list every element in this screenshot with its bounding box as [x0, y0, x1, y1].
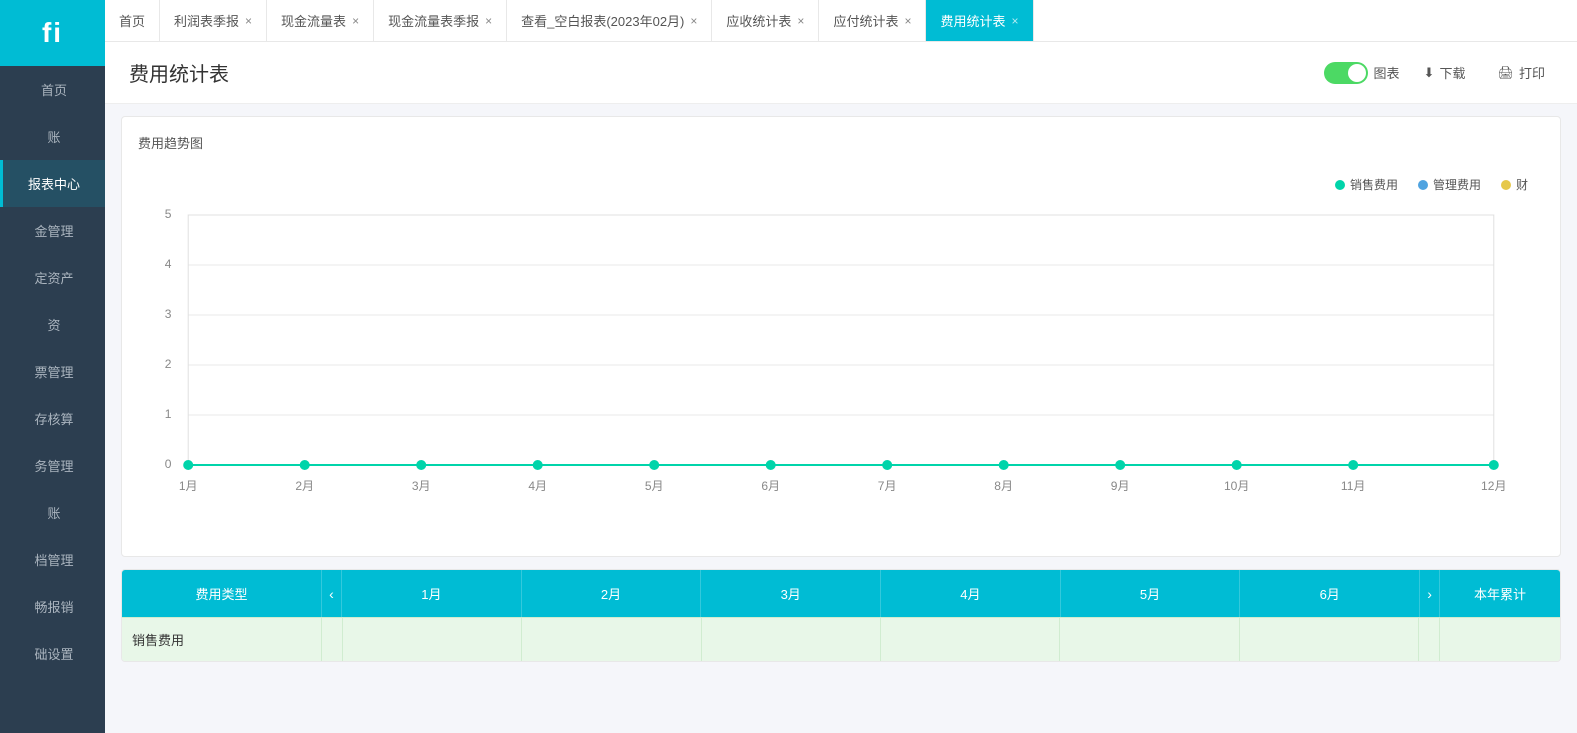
svg-text:2: 2 — [165, 357, 172, 371]
svg-text:3: 3 — [165, 307, 172, 321]
td-type: 销售费用 — [122, 618, 322, 661]
tab-home[interactable]: 首页 — [105, 0, 160, 42]
svg-text:12月: 12月 — [1481, 479, 1506, 493]
tab-close-profit-quarter[interactable]: × — [245, 14, 252, 28]
download-icon: ⬇ — [1424, 65, 1435, 81]
svg-text:5: 5 — [165, 207, 172, 221]
td-spacer-right — [1419, 618, 1440, 661]
table-header: 费用类型 ‹ 1月 2月 3月 4月 — [122, 570, 1560, 617]
page-title: 费用统计表 — [129, 58, 229, 87]
svg-text:2月: 2月 — [295, 479, 314, 493]
header-actions: 图表 ⬇ 下载 🖨 打印 — [1324, 59, 1553, 86]
chart-wrapper: 销售费用 管理费用 财 — [138, 160, 1544, 540]
line-chart-svg: 0 1 2 3 4 5 — [138, 160, 1544, 530]
svg-text:1月: 1月 — [179, 479, 198, 493]
sidebar-item-home[interactable]: 首页 — [0, 66, 105, 113]
prev-arrow-icon[interactable]: ‹ — [329, 586, 334, 602]
chart-toggle-label: 图表 — [1324, 62, 1400, 84]
chart-label: 图表 — [1374, 63, 1400, 82]
chart-title: 费用趋势图 — [138, 133, 1544, 152]
th-month-2: 2月 — [522, 570, 702, 617]
toggle-thumb — [1348, 64, 1366, 82]
table-section: 费用类型 ‹ 1月 2月 3月 4月 — [121, 569, 1561, 662]
sidebar-item-assets[interactable]: 定资产 — [0, 254, 105, 301]
main-area: 首页 利润表季报 × 现金流量表 × 现金流量表季报 × 查看_空白报表(202… — [105, 0, 1577, 733]
sidebar-item-account2[interactable]: 账 — [0, 489, 105, 536]
td-month-5 — [1060, 618, 1239, 661]
svg-text:3月: 3月 — [412, 479, 431, 493]
svg-text:8月: 8月 — [994, 479, 1013, 493]
td-month-4 — [881, 618, 1060, 661]
tab-close-cashflow-quarter[interactable]: × — [485, 14, 492, 28]
sidebar-item-expense[interactable]: 畅报销 — [0, 583, 105, 630]
sidebar-item-archive[interactable]: 档管理 — [0, 536, 105, 583]
sidebar-item-service[interactable]: 务管理 — [0, 442, 105, 489]
th-prev-arrow[interactable]: ‹ — [322, 570, 342, 617]
tab-close-cashflow[interactable]: × — [352, 14, 359, 28]
tab-close-payable[interactable]: × — [904, 14, 911, 28]
tab-cashflow-quarter[interactable]: 现金流量表季报 × — [374, 0, 507, 42]
sidebar-item-inventory[interactable]: 存核算 — [0, 395, 105, 442]
print-icon: 🖨 — [1497, 65, 1514, 81]
print-button[interactable]: 🖨 打印 — [1489, 59, 1553, 86]
page-content: 费用统计表 图表 ⬇ 下载 � — [105, 42, 1577, 733]
td-month-2 — [522, 618, 701, 661]
th-next-arrow[interactable]: › — [1420, 570, 1440, 617]
sidebar: fi 首页 账 报表中心 金管理 定资产 资 票管理 存核算 务管理 账 — [0, 0, 105, 733]
td-month-3 — [702, 618, 881, 661]
sidebar-item-hr[interactable]: 资 — [0, 301, 105, 348]
tab-blank-report[interactable]: 查看_空白报表(2023年02月) × — [507, 0, 712, 42]
svg-text:1: 1 — [165, 407, 172, 421]
th-type: 费用类型 — [122, 570, 322, 617]
sidebar-item-settings[interactable]: 础设置 — [0, 630, 105, 677]
tab-payable[interactable]: 应付统计表 × — [819, 0, 926, 42]
sidebar-item-tickets[interactable]: 票管理 — [0, 348, 105, 395]
tab-profit-quarter[interactable]: 利润表季报 × — [160, 0, 267, 42]
sidebar-item-fund[interactable]: 金管理 — [0, 207, 105, 254]
tab-cashflow[interactable]: 现金流量表 × — [267, 0, 374, 42]
chart-section: 费用趋势图 销售费用 管理费用 财 — [121, 116, 1561, 557]
svg-text:10月: 10月 — [1224, 479, 1249, 493]
td-spacer-left — [322, 618, 343, 661]
tab-receivable[interactable]: 应收统计表 × — [712, 0, 819, 42]
toggle-track — [1324, 62, 1368, 84]
svg-text:5月: 5月 — [645, 479, 664, 493]
th-month-6: 6月 — [1240, 570, 1420, 617]
td-month-6 — [1240, 618, 1419, 661]
tab-expense-stats[interactable]: 费用统计表 × — [926, 0, 1033, 42]
tab-close-expense-stats[interactable]: × — [1011, 14, 1018, 28]
sidebar-item-ledger[interactable]: 账 — [0, 113, 105, 160]
td-month-1 — [343, 618, 522, 661]
svg-text:11月: 11月 — [1341, 479, 1366, 493]
table-row: 销售费用 — [122, 617, 1560, 661]
sidebar-item-reports[interactable]: 报表中心 — [0, 160, 105, 207]
next-arrow-icon[interactable]: › — [1427, 586, 1432, 602]
svg-text:4月: 4月 — [528, 479, 547, 493]
svg-text:4: 4 — [165, 257, 172, 271]
svg-text:0: 0 — [165, 457, 172, 471]
chart-svg-container: 0 1 2 3 4 5 — [138, 160, 1544, 540]
th-total: 本年累计 — [1440, 570, 1560, 617]
tab-close-blank-report[interactable]: × — [690, 14, 697, 28]
th-month-4: 4月 — [881, 570, 1061, 617]
svg-text:7月: 7月 — [878, 479, 897, 493]
page-header: 费用统计表 图表 ⬇ 下载 � — [105, 42, 1577, 104]
chart-toggle[interactable] — [1324, 62, 1368, 84]
svg-text:6月: 6月 — [761, 479, 780, 493]
tab-close-receivable[interactable]: × — [797, 14, 804, 28]
td-total — [1440, 618, 1560, 661]
th-month-5: 5月 — [1061, 570, 1241, 617]
app-logo: fi — [0, 0, 105, 66]
th-month-1: 1月 — [342, 570, 522, 617]
svg-text:9月: 9月 — [1111, 479, 1130, 493]
tabs-bar: 首页 利润表季报 × 现金流量表 × 现金流量表季报 × 查看_空白报表(202… — [105, 0, 1577, 42]
th-month-3: 3月 — [701, 570, 881, 617]
download-button[interactable]: ⬇ 下载 — [1416, 59, 1474, 86]
